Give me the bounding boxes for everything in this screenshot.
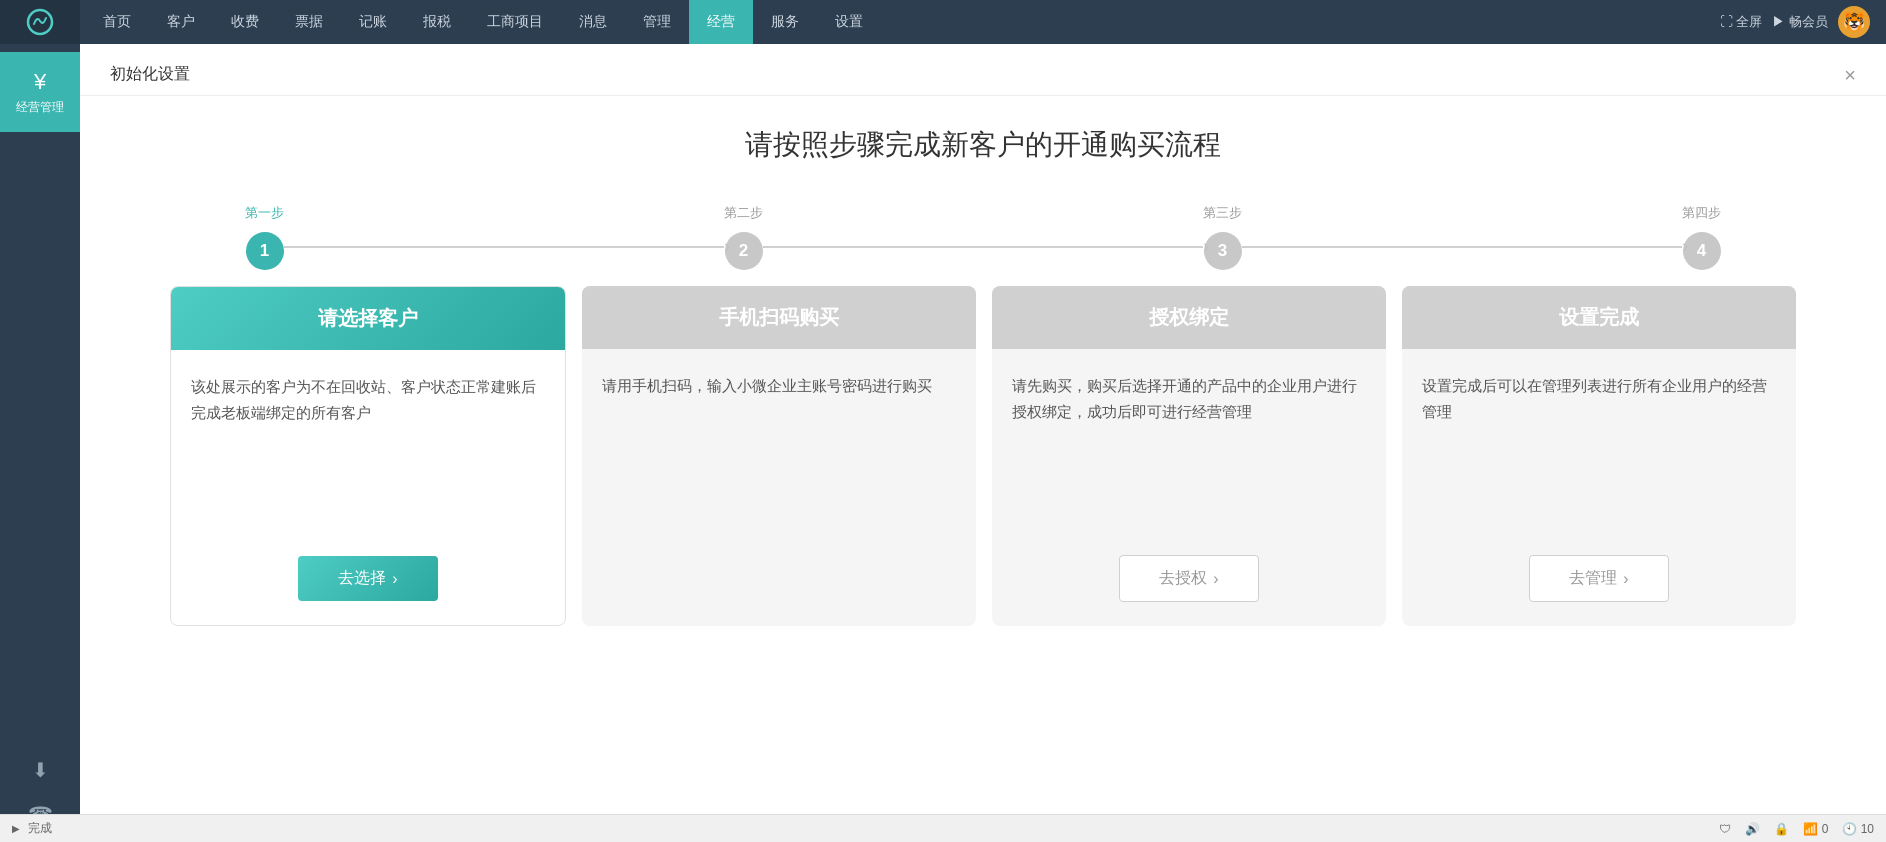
step-card-4-body: 设置完成后可以在管理列表进行所有企业用户的经营管理 bbox=[1402, 349, 1796, 555]
sidebar: ¥ 经营管理 ⬇ ☎ bbox=[0, 0, 80, 842]
step-indicator-1: 第一步 1 bbox=[245, 204, 284, 270]
vip-btn[interactable]: ▶ 畅会员 bbox=[1772, 13, 1828, 31]
status-text: 完成 bbox=[28, 820, 52, 837]
nav-tax[interactable]: 报税 bbox=[405, 0, 469, 44]
top-nav: 首页 客户 收费 票据 记账 报税 工商项目 消息 管理 经营 服务 设置 ⛶ … bbox=[0, 0, 1886, 44]
step-card-4-footer: 去管理 › bbox=[1402, 555, 1796, 626]
signal-status: 📶 0 bbox=[1803, 822, 1828, 836]
nav-clients[interactable]: 客户 bbox=[149, 0, 213, 44]
shield-icon: 🛡 bbox=[1719, 822, 1731, 836]
step-card-3-body: 请先购买，购买后选择开通的产品中的企业用户进行授权绑定，成功后即可进行经营管理 bbox=[992, 349, 1386, 555]
step-card-3: 授权绑定 请先购买，购买后选择开通的产品中的企业用户进行授权绑定，成功后即可进行… bbox=[992, 286, 1386, 626]
step-card-1-footer: 去选择 › bbox=[171, 556, 565, 625]
nav-accounting[interactable]: 记账 bbox=[341, 0, 405, 44]
step-card-1-body: 该处展示的客户为不在回收站、客户状态正常建账后完成老板端绑定的所有客户 bbox=[171, 350, 565, 556]
nav-fees[interactable]: 收费 bbox=[213, 0, 277, 44]
status-right: 🛡 🔊 🔒 📶 0 🕙 10 bbox=[1719, 822, 1874, 836]
step-card-2: 手机扫码购买 请用手机扫码，输入小微企业主账号密码进行购买 bbox=[582, 286, 976, 626]
avatar[interactable]: 🐯 bbox=[1838, 6, 1870, 38]
management-icon: ¥ bbox=[34, 69, 46, 95]
nav-right-area: ⛶ 全屏 ▶ 畅会员 🐯 bbox=[1720, 6, 1886, 38]
step-card-3-header: 授权绑定 bbox=[992, 286, 1386, 349]
page-title: 初始化设置 bbox=[110, 64, 190, 85]
step-indicators: 第一步 1 第二步 2 第三步 3 第四步 4 bbox=[140, 204, 1826, 270]
step-3-button[interactable]: 去授权 › bbox=[1119, 555, 1259, 602]
step-card-1-header: 请选择客户 bbox=[171, 287, 565, 350]
step-cards: 请选择客户 该处展示的客户为不在回收站、客户状态正常建账后完成老板端绑定的所有客… bbox=[140, 286, 1826, 626]
nav-settings[interactable]: 设置 bbox=[817, 0, 881, 44]
steps-section: 请按照步骤完成新客户的开通购买流程 第一步 1 第二步 2 第三步 3 bbox=[80, 96, 1886, 646]
step-1-button[interactable]: 去选择 › bbox=[298, 556, 438, 601]
time-status: 🕙 10 bbox=[1842, 822, 1874, 836]
step-3-circle: 3 bbox=[1204, 232, 1242, 270]
step-4-label: 第四步 bbox=[1682, 204, 1721, 222]
nav-business[interactable]: 工商项目 bbox=[469, 0, 561, 44]
page-header: 初始化设置 × bbox=[80, 44, 1886, 96]
step-3-label: 第三步 bbox=[1203, 204, 1242, 222]
step-4-circle: 4 bbox=[1683, 232, 1721, 270]
status-bar: ▶ 完成 🛡 🔊 🔒 📶 0 🕙 10 bbox=[0, 814, 1886, 842]
step-card-4-header: 设置完成 bbox=[1402, 286, 1796, 349]
download-icon[interactable]: ⬇ bbox=[32, 758, 49, 782]
step-2-circle: 2 bbox=[725, 232, 763, 270]
step-connector-3 bbox=[1242, 246, 1682, 248]
close-button[interactable]: × bbox=[1844, 65, 1856, 85]
sidebar-management-label: 经营管理 bbox=[16, 99, 64, 116]
nav-messages[interactable]: 消息 bbox=[561, 0, 625, 44]
sidebar-logo bbox=[0, 0, 80, 44]
step-1-circle: 1 bbox=[246, 232, 284, 270]
nav-operations[interactable]: 经营 bbox=[689, 0, 753, 44]
step-card-3-footer: 去授权 › bbox=[992, 555, 1386, 626]
fullscreen-btn[interactable]: ⛶ 全屏 bbox=[1720, 13, 1763, 31]
step-1-label: 第一步 bbox=[245, 204, 284, 222]
nav-admin[interactable]: 管理 bbox=[625, 0, 689, 44]
volume-icon: 🔊 bbox=[1745, 822, 1760, 836]
step-card-4: 设置完成 设置完成后可以在管理列表进行所有企业用户的经营管理 去管理 › bbox=[1402, 286, 1796, 626]
step-card-2-footer bbox=[582, 602, 976, 626]
main-content: 初始化设置 × 请按照步骤完成新客户的开通购买流程 第一步 1 第二步 2 第三… bbox=[80, 44, 1886, 814]
nav-home[interactable]: 首页 bbox=[85, 0, 149, 44]
play-icon: ▶ bbox=[12, 823, 20, 834]
step-card-1: 请选择客户 该处展示的客户为不在回收站、客户状态正常建账后完成老板端绑定的所有客… bbox=[170, 286, 566, 626]
step-connector-1 bbox=[284, 246, 724, 248]
step-2-label: 第二步 bbox=[724, 204, 763, 222]
lock-icon: 🔒 bbox=[1774, 822, 1789, 836]
step-card-2-header: 手机扫码购买 bbox=[582, 286, 976, 349]
nav-bills[interactable]: 票据 bbox=[277, 0, 341, 44]
sidebar-item-management[interactable]: ¥ 经营管理 bbox=[0, 52, 80, 132]
step-card-2-body: 请用手机扫码，输入小微企业主账号密码进行购买 bbox=[582, 349, 976, 602]
wizard-title: 请按照步骤完成新客户的开通购买流程 bbox=[140, 126, 1826, 164]
step-connector-2 bbox=[763, 246, 1203, 248]
step-4-button[interactable]: 去管理 › bbox=[1529, 555, 1669, 602]
nav-service[interactable]: 服务 bbox=[753, 0, 817, 44]
